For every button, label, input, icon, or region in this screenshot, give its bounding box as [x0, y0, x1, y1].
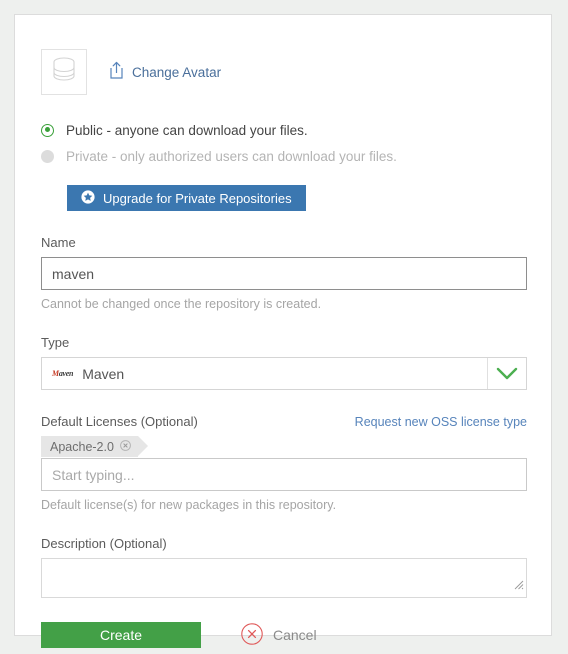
- licenses-label: Default Licenses (Optional): [41, 414, 198, 429]
- licenses-field-group: Default Licenses (Optional) Request new …: [41, 414, 527, 512]
- licenses-hint: Default license(s) for new packages in t…: [41, 498, 337, 512]
- license-search-input[interactable]: [41, 458, 527, 491]
- change-avatar-button[interactable]: Change Avatar: [109, 61, 221, 83]
- description-field-group: Description (Optional): [41, 536, 527, 598]
- cancel-button[interactable]: Cancel: [241, 622, 317, 648]
- cancel-circle-icon: [241, 622, 263, 648]
- maven-logo-m: M: [52, 369, 59, 378]
- name-label: Name: [41, 235, 76, 250]
- visibility-radio-group: Public - anyone can download your files.…: [41, 119, 527, 167]
- avatar-row: Change Avatar: [41, 49, 527, 95]
- type-select-value: Maven: [82, 365, 125, 382]
- name-input[interactable]: [41, 257, 527, 290]
- name-hint: Cannot be changed once the repository is…: [41, 297, 322, 311]
- license-chip-label: Apache-2.0: [50, 439, 114, 454]
- type-label: Type: [41, 335, 70, 350]
- form-actions: Create Cancel: [41, 622, 527, 648]
- license-chip[interactable]: Apache-2.0: [41, 436, 148, 457]
- licenses-label-row: Default Licenses (Optional) Request new …: [41, 414, 527, 436]
- change-avatar-label: Change Avatar: [132, 64, 222, 80]
- type-field-group: Type Maven Maven: [41, 335, 527, 390]
- database-icon: [52, 56, 76, 88]
- type-select-value-wrap: Maven Maven: [42, 358, 487, 389]
- upgrade-private-repositories-button[interactable]: Upgrade for Private Repositories: [67, 185, 306, 211]
- radio-public[interactable]: Public - anyone can download your files.: [41, 119, 527, 141]
- remove-circle-icon[interactable]: [120, 439, 131, 454]
- radio-private[interactable]: Private - only authorized users can down…: [41, 145, 527, 167]
- create-repository-card: Change Avatar Public - anyone can downlo…: [14, 14, 552, 648]
- request-oss-license-link[interactable]: Request new OSS license type: [355, 415, 527, 429]
- radio-private-indicator: [41, 149, 54, 163]
- name-field-group: Name Cannot be changed once the reposito…: [41, 235, 527, 311]
- license-chip-list: Apache-2.0: [41, 436, 527, 458]
- upgrade-button-label: Upgrade for Private Repositories: [103, 190, 292, 206]
- maven-logo-aven: aven: [58, 369, 74, 378]
- create-button[interactable]: Create: [41, 622, 201, 648]
- radio-private-label: Private - only authorized users can down…: [66, 148, 397, 164]
- maven-logo-icon: Maven: [52, 369, 73, 378]
- cancel-label: Cancel: [273, 627, 317, 643]
- description-textarea-wrap: [41, 558, 527, 598]
- description-textarea[interactable]: [41, 558, 527, 598]
- upload-icon: [109, 61, 124, 83]
- radio-public-indicator: [41, 123, 54, 137]
- chevron-down-icon[interactable]: [487, 358, 526, 389]
- star-circle-icon: [81, 189, 95, 207]
- radio-public-label: Public - anyone can download your files.: [66, 122, 308, 138]
- description-label: Description (Optional): [41, 536, 167, 551]
- avatar[interactable]: [41, 49, 87, 95]
- type-select[interactable]: Maven Maven: [41, 357, 527, 390]
